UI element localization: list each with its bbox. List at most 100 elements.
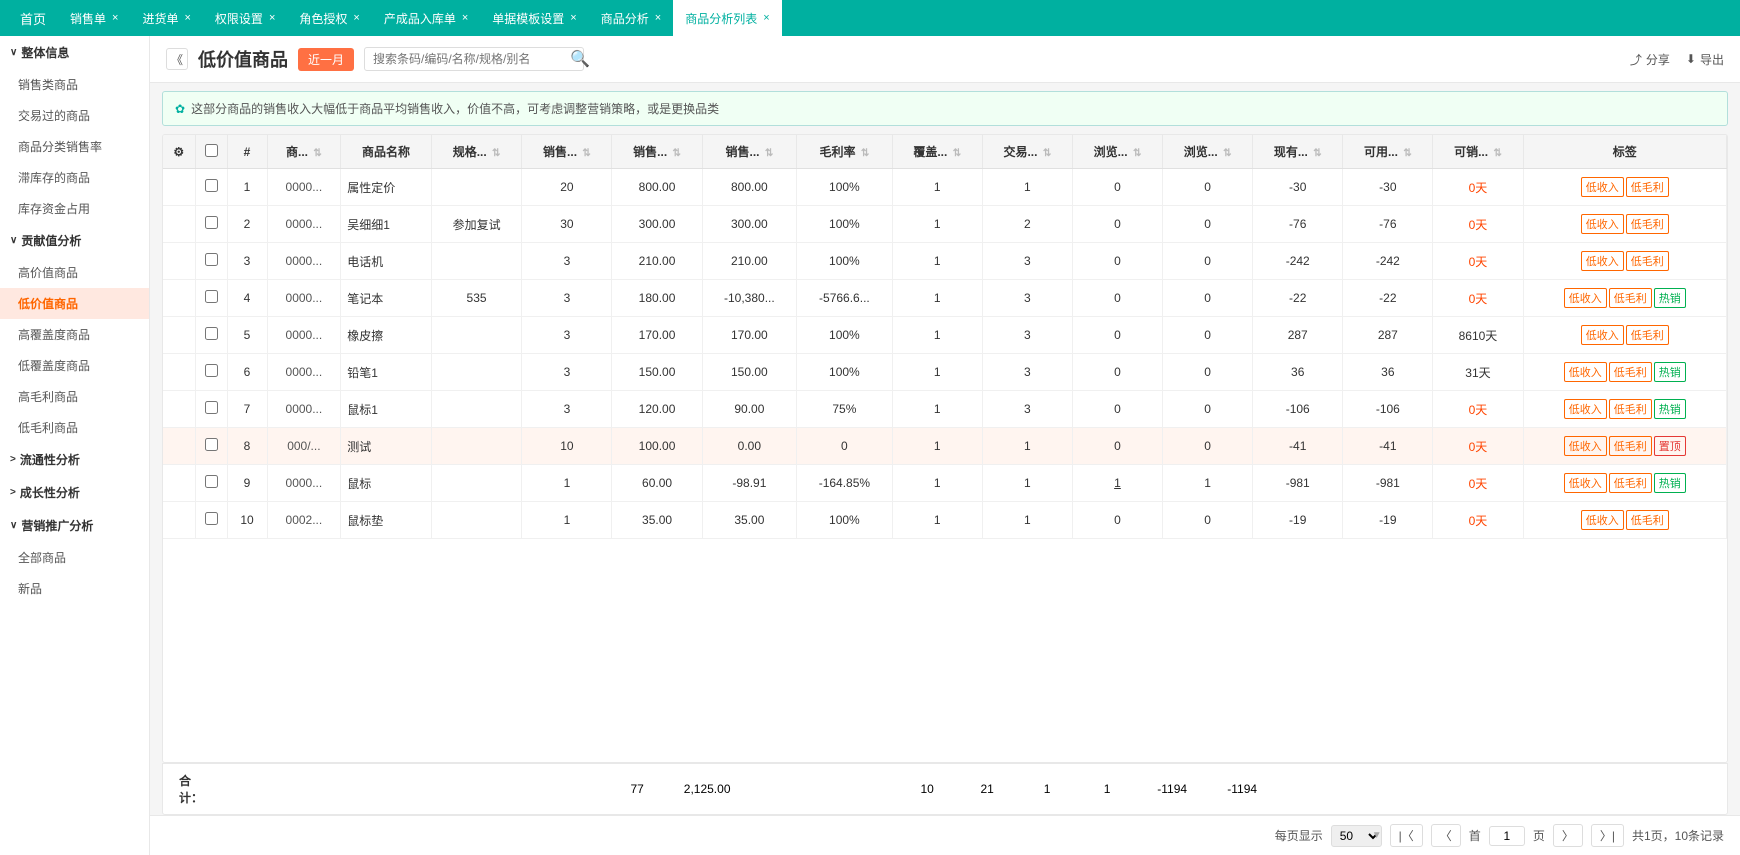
nav-close-permission[interactable]: × <box>269 12 275 24</box>
sidebar-item-low-value[interactable]: 低价值商品 <box>0 288 149 319</box>
nav-close-product-analysis-list[interactable]: × <box>763 12 769 24</box>
nav-role[interactable]: 角色授权 × <box>287 0 371 36</box>
td-checkbox[interactable] <box>195 243 227 280</box>
select-all-checkbox[interactable] <box>205 144 218 157</box>
nav-close-product-analysis[interactable]: × <box>655 12 661 24</box>
next-page-btn[interactable]: 〉 <box>1553 824 1583 847</box>
nav-close-sales[interactable]: × <box>112 12 118 24</box>
sidebar-item-high-value[interactable]: 高价值商品 <box>0 257 149 288</box>
td-current: -76 <box>1253 206 1343 243</box>
sidebar-group-contribution[interactable]: ∨ 贡献值分析 <box>0 224 149 257</box>
first-page-btn[interactable]: |〈 <box>1390 824 1423 847</box>
td-sale-price: 180.00 <box>612 280 702 317</box>
nav-product-analysis-list[interactable]: 商品分析列表 × <box>673 0 781 36</box>
share-btn[interactable]: ⤴ 分享 <box>1630 51 1670 68</box>
nav-close-role[interactable]: × <box>353 12 359 24</box>
nav-close-product-in[interactable]: × <box>462 12 468 24</box>
sidebar-item-traded[interactable]: 交易过的商品 <box>0 100 149 131</box>
tag-低毛利: 低毛利 <box>1609 288 1652 308</box>
th-checkbox[interactable] <box>195 135 227 169</box>
page-number-input[interactable] <box>1489 826 1525 846</box>
tag-热销: 热销 <box>1654 288 1686 308</box>
td-available: -106 <box>1343 391 1433 428</box>
nav-template[interactable]: 单据模板设置 × <box>480 0 588 36</box>
td-saleable: 8610天 <box>1433 317 1523 354</box>
nav-close-purchase[interactable]: × <box>184 12 190 24</box>
th-settings[interactable]: ⚙ <box>163 135 195 169</box>
nav-product-analysis[interactable]: 商品分析 × <box>589 0 673 36</box>
sidebar-item-sales-products[interactable]: 销售类商品 <box>0 69 149 100</box>
td-checkbox[interactable] <box>195 206 227 243</box>
nav-sales[interactable]: 销售单 × <box>58 0 130 36</box>
td-checkbox[interactable] <box>195 280 227 317</box>
sidebar-item-inventory-capital[interactable]: 库存资金占用 <box>0 193 149 224</box>
td-browse1[interactable]: 1 <box>1072 465 1162 502</box>
sidebar-item-high-coverage[interactable]: 高覆盖度商品 <box>0 319 149 350</box>
row-checkbox-6[interactable] <box>205 401 218 414</box>
nav-purchase[interactable]: 进货单 × <box>130 0 202 36</box>
prev-page-btn[interactable]: 〈 <box>1431 824 1461 847</box>
th-coverage: 覆盖... ⇅ <box>892 135 982 169</box>
td-code: 0000... <box>267 317 341 354</box>
notice-icon: ✿ <box>175 102 185 116</box>
td-checkbox[interactable] <box>195 502 227 539</box>
page-suffix-label: 页 <box>1533 827 1545 844</box>
td-name: 笔记本 <box>341 280 432 317</box>
sidebar-item-low-coverage[interactable]: 低覆盖度商品 <box>0 350 149 381</box>
nav-close-template[interactable]: × <box>570 12 576 24</box>
th-current: 现有... ⇅ <box>1253 135 1343 169</box>
td-trade: 1 <box>982 169 1072 206</box>
row-checkbox-4[interactable] <box>205 327 218 340</box>
row-checkbox-2[interactable] <box>205 253 218 266</box>
collapse-sidebar-btn[interactable]: 《 <box>166 48 188 70</box>
content-header: 《 低价值商品 近一月 🔍 ⤴ 分享 ⬇ 导出 <box>150 36 1740 83</box>
td-checkbox[interactable] <box>195 317 227 354</box>
sidebar-item-low-margin[interactable]: 低毛利商品 <box>0 412 149 443</box>
row-checkbox-5[interactable] <box>205 364 218 377</box>
row-checkbox-3[interactable] <box>205 290 218 303</box>
td-current: -19 <box>1253 502 1343 539</box>
tag-置顶: 置顶 <box>1654 436 1686 456</box>
nav-product-in[interactable]: 产成品入库单 × <box>372 0 480 36</box>
row-checkbox-8[interactable] <box>205 475 218 488</box>
row-checkbox-1[interactable] <box>205 216 218 229</box>
row-checkbox-9[interactable] <box>205 512 218 525</box>
table-row: 7 0000... 鼠标1 3 120.00 90.00 75% 1 3 0 0… <box>163 391 1727 428</box>
tag-低毛利: 低毛利 <box>1609 436 1652 456</box>
sidebar-group-overall[interactable]: ∨ 整体信息 <box>0 36 149 69</box>
row-checkbox-7[interactable] <box>205 438 218 451</box>
sidebar-item-all-products[interactable]: 全部商品 <box>0 542 149 573</box>
search-icon[interactable]: 🔍 <box>570 49 590 69</box>
td-coverage: 1 <box>892 465 982 502</box>
sidebar-item-sluggish[interactable]: 滞库存的商品 <box>0 162 149 193</box>
sidebar-item-new-products[interactable]: 新品 <box>0 573 149 604</box>
td-checkbox[interactable] <box>195 428 227 465</box>
sidebar-item-high-margin[interactable]: 高毛利商品 <box>0 381 149 412</box>
arrow-growth: > <box>10 487 16 498</box>
sidebar-group-marketing[interactable]: ∨ 营销推广分析 <box>0 509 149 542</box>
td-checkbox[interactable] <box>195 354 227 391</box>
tag-低收入: 低收入 <box>1564 288 1607 308</box>
td-checkbox[interactable] <box>195 391 227 428</box>
td-checkbox[interactable] <box>195 169 227 206</box>
tag-低毛利: 低毛利 <box>1626 177 1669 197</box>
row-checkbox-0[interactable] <box>205 179 218 192</box>
export-btn[interactable]: ⬇ 导出 <box>1686 51 1724 68</box>
td-code: 000/... <box>267 428 341 465</box>
td-trade: 3 <box>982 354 1072 391</box>
nav-home[interactable]: 首页 <box>8 0 58 36</box>
last-page-btn[interactable]: 〉| <box>1591 824 1624 847</box>
th-sale-qty: 销售... ⇅ <box>522 135 612 169</box>
nav-permission[interactable]: 权限设置 × <box>203 0 287 36</box>
sidebar-group-circulation[interactable]: > 流通性分析 <box>0 443 149 476</box>
footer-sale-price: 2,125.00 <box>667 782 747 796</box>
sidebar-group-growth[interactable]: > 成长性分析 <box>0 476 149 509</box>
search-input[interactable] <box>364 47 584 71</box>
footer-browse1: 1 <box>1017 782 1077 796</box>
td-checkbox[interactable] <box>195 465 227 502</box>
filter-recent-month-btn[interactable]: 近一月 <box>298 48 354 71</box>
td-browse2: 1 <box>1163 465 1253 502</box>
td-sale-amount: 300.00 <box>702 206 797 243</box>
sidebar-item-category-sales[interactable]: 商品分类销售率 <box>0 131 149 162</box>
td-code: 0000... <box>267 391 341 428</box>
